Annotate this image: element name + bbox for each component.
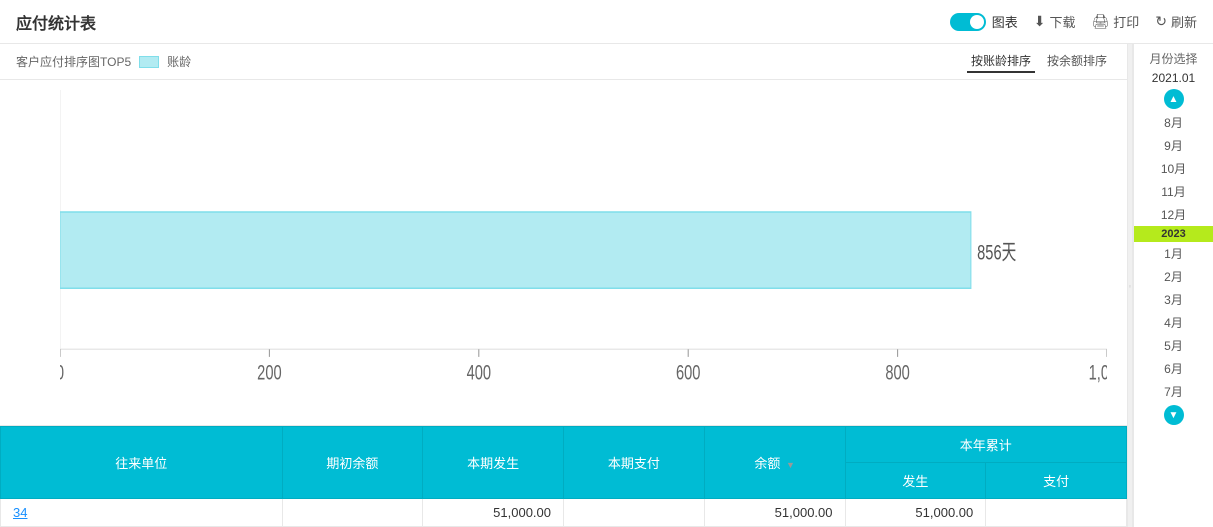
header-actions: 图表 ⬇ 下载 🖨 打印 ↻ 刷新 <box>950 12 1197 31</box>
month-4[interactable]: 4月 <box>1134 311 1213 334</box>
print-label: 打印 <box>1113 12 1139 31</box>
chart-toggle[interactable] <box>950 13 986 31</box>
month-5[interactable]: 5月 <box>1134 334 1213 357</box>
svg-text:856天: 856天 <box>977 239 1016 263</box>
app-container: 应付统计表 图表 ⬇ 下载 🖨 打印 ↻ 刷新 <box>0 0 1213 527</box>
refresh-label: 刷新 <box>1171 12 1197 31</box>
table-row: 34 51,000.00 51,000.00 51,000.00 <box>1 499 1127 527</box>
chart-header: 客户应付排序图TOP5 账龄 按账龄排序 按余额排序 <box>0 44 1127 80</box>
col-opening: 期初余额 <box>282 427 423 499</box>
month-1[interactable]: 1月 <box>1134 242 1213 265</box>
ytd-occur-cell: 51,000.00 <box>845 499 986 527</box>
print-button[interactable]: 🖨 打印 <box>1091 12 1139 31</box>
sidebar-up-button[interactable]: ▲ <box>1164 89 1184 109</box>
download-label: 下载 <box>1049 12 1075 31</box>
chart-legend: 客户应付排序图TOP5 账龄 <box>16 53 191 70</box>
sidebar-year-display: 2021.01 <box>1152 71 1195 85</box>
col-balance: 余额 ▼ <box>704 427 845 499</box>
col-occur: 本期发生 <box>423 427 564 499</box>
legend-title: 客户应付排序图TOP5 <box>16 53 131 70</box>
chart-svg: 0 200 400 600 800 1,000 34 856天 <box>60 90 1107 395</box>
ytd-pay-cell <box>986 499 1127 527</box>
legend-box <box>139 56 159 68</box>
svg-text:1,000: 1,000 <box>1089 360 1107 384</box>
download-icon: ⬇ <box>1034 13 1046 30</box>
refresh-button[interactable]: ↻ 刷新 <box>1155 12 1197 31</box>
svg-text:0: 0 <box>60 360 64 384</box>
svg-text:400: 400 <box>467 360 491 384</box>
sidebar-months: 8月 9月 10月 11月 12月 2023 1月 2月 3月 4月 5月 6月… <box>1134 111 1213 403</box>
col-ytd-pay: 支付 <box>986 463 1127 499</box>
month-2[interactable]: 2月 <box>1134 265 1213 288</box>
sidebar-title: 月份选择 <box>1149 50 1197 67</box>
month-12[interactable]: 12月 <box>1134 203 1213 226</box>
col-pay: 本期支付 <box>564 427 705 499</box>
sort-by-amount-button[interactable]: 按账龄排序 <box>967 50 1035 73</box>
month-9[interactable]: 9月 <box>1134 134 1213 157</box>
svg-text:200: 200 <box>257 360 281 384</box>
month-6[interactable]: 6月 <box>1134 357 1213 380</box>
chart-sort-buttons: 按账龄排序 按余额排序 <box>967 50 1111 73</box>
month-8[interactable]: 8月 <box>1134 111 1213 134</box>
opening-balance-cell <box>282 499 423 527</box>
col-vendor: 往来单位 <box>1 427 283 499</box>
data-table: 往来单位 期初余额 本期发生 本期支付 余额 ▼ 本年累计 发生 <box>0 426 1127 527</box>
month-3[interactable]: 3月 <box>1134 288 1213 311</box>
chart-body: 0 200 400 600 800 1,000 34 856天 <box>0 80 1127 425</box>
month-11[interactable]: 11月 <box>1134 180 1213 203</box>
print-icon: 🖨 <box>1091 13 1109 30</box>
refresh-icon: ↻ <box>1155 13 1167 30</box>
chart-panel: 客户应付排序图TOP5 账龄 按账龄排序 按余额排序 <box>0 44 1127 527</box>
col-ytd-occur: 发生 <box>845 463 986 499</box>
col-ytd: 本年累计 <box>845 427 1127 463</box>
table-area: 往来单位 期初余额 本期发生 本期支付 余额 ▼ 本年累计 发生 <box>0 425 1127 527</box>
main-content: 客户应付排序图TOP5 账龄 按账龄排序 按余额排序 <box>0 44 1213 527</box>
svg-text:800: 800 <box>885 360 909 384</box>
right-sidebar: 月份选择 2021.01 ▲ 8月 9月 10月 11月 12月 2023 1月… <box>1133 44 1213 527</box>
current-occur-cell: 51,000.00 <box>423 499 564 527</box>
sort-by-balance-button[interactable]: 按余额排序 <box>1043 50 1111 73</box>
chart-toggle-group: 图表 <box>950 12 1018 31</box>
chart-label: 图表 <box>992 12 1018 31</box>
month-10[interactable]: 10月 <box>1134 157 1213 180</box>
current-pay-cell <box>564 499 705 527</box>
header: 应付统计表 图表 ⬇ 下载 🖨 打印 ↻ 刷新 <box>0 0 1213 44</box>
month-7[interactable]: 7月 <box>1134 380 1213 403</box>
sidebar-down-button[interactable]: ▼ <box>1164 405 1184 425</box>
vendor-cell[interactable]: 34 <box>1 499 283 527</box>
year-2023-marker: 2023 <box>1134 226 1213 242</box>
download-button[interactable]: ⬇ 下载 <box>1034 12 1076 31</box>
page-title: 应付统计表 <box>16 10 96 34</box>
balance-cell: 51,000.00 <box>704 499 845 527</box>
legend-text: 账龄 <box>167 53 191 70</box>
balance-sort-icon: ▼ <box>786 460 795 470</box>
svg-text:600: 600 <box>676 360 700 384</box>
